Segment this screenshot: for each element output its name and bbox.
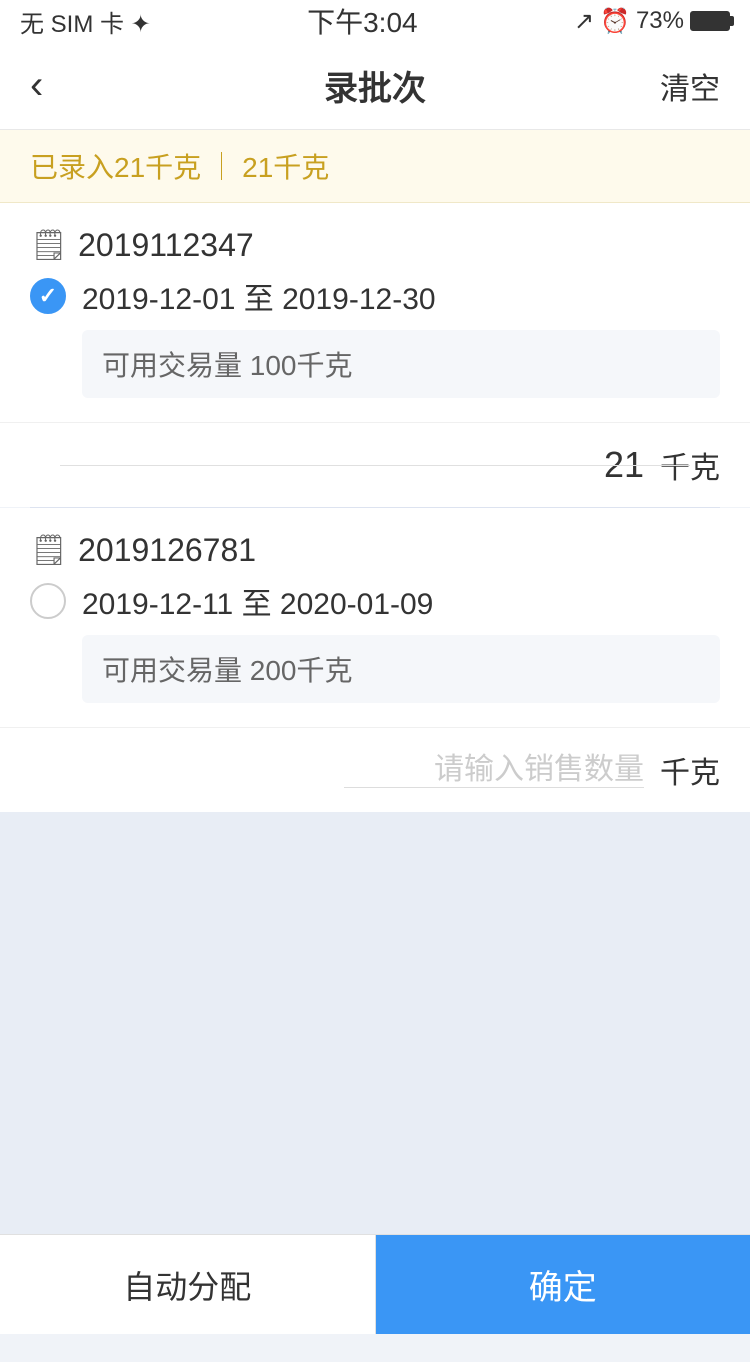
status-bar: 无 SIM 卡 ✦ 下午3:04 ↗ ⏰ 73% bbox=[0, 0, 750, 42]
confirm-button[interactable]: 确定 bbox=[376, 1235, 750, 1334]
status-left: 无 SIM 卡 ✦ bbox=[20, 4, 151, 39]
batch1-header: 🗒 2019112347 bbox=[30, 227, 720, 264]
batch2-quantity-unit: 千克 bbox=[660, 748, 720, 792]
batch1-number: 2019112347 bbox=[78, 227, 254, 264]
batch2-number: 2019126781 bbox=[78, 532, 256, 569]
info-banner: 已录入21千克 21千克 bbox=[0, 130, 750, 203]
back-button[interactable]: ‹ bbox=[30, 63, 90, 108]
batch1-quantity-row: 21 千克 bbox=[0, 422, 750, 507]
batch2-icon: 🗒 bbox=[30, 533, 68, 568]
status-right: ↗ ⏰ 73% bbox=[574, 7, 730, 36]
batch2-available: 可用交易量 200千克 bbox=[82, 635, 720, 703]
batch2-date: 2019-12-11 至 2020-01-09 bbox=[82, 579, 433, 623]
auto-distribute-button[interactable]: 自动分配 bbox=[0, 1235, 376, 1334]
clear-button[interactable]: 清空 bbox=[660, 64, 720, 108]
footer: 自动分配 确定 bbox=[0, 1234, 750, 1334]
recorded-amount: 已录入21千克 bbox=[30, 146, 201, 186]
batch-item-2: 🗒 2019126781 2019-12-11 至 2020-01-09 可用交… bbox=[0, 508, 750, 727]
battery-percent: 73% bbox=[636, 7, 684, 35]
nav-bar: ‹ 录批次 清空 bbox=[0, 42, 750, 130]
batch2-header: 🗒 2019126781 bbox=[30, 532, 720, 569]
batch1-date-row: 2019-12-01 至 2019-12-30 bbox=[30, 274, 720, 318]
batch2-radio[interactable] bbox=[30, 583, 66, 619]
batch2-quantity-row: 千克 bbox=[0, 727, 750, 812]
batch1-radio[interactable] bbox=[30, 278, 66, 314]
batch-item-1: 🗒 2019112347 2019-12-01 至 2019-12-30 可用交… bbox=[0, 203, 750, 422]
empty-area bbox=[0, 812, 750, 1262]
batch1-date: 2019-12-01 至 2019-12-30 bbox=[82, 274, 436, 318]
batch2-date-row: 2019-12-11 至 2020-01-09 bbox=[30, 579, 720, 623]
location-icon: ↗ bbox=[574, 7, 594, 36]
batch1-icon: 🗒 bbox=[30, 228, 68, 263]
status-time: 下午3:04 bbox=[307, 1, 418, 41]
clock-icon: ⏰ bbox=[600, 7, 630, 36]
banner-divider bbox=[221, 152, 222, 180]
page-title: 录批次 bbox=[324, 61, 426, 110]
total-amount: 21千克 bbox=[242, 146, 329, 186]
signal-text: 无 SIM 卡 ✦ bbox=[20, 4, 151, 39]
batch1-available: 可用交易量 100千克 bbox=[82, 330, 720, 398]
batch2-quantity-input[interactable] bbox=[344, 753, 644, 788]
battery-icon bbox=[690, 11, 730, 31]
